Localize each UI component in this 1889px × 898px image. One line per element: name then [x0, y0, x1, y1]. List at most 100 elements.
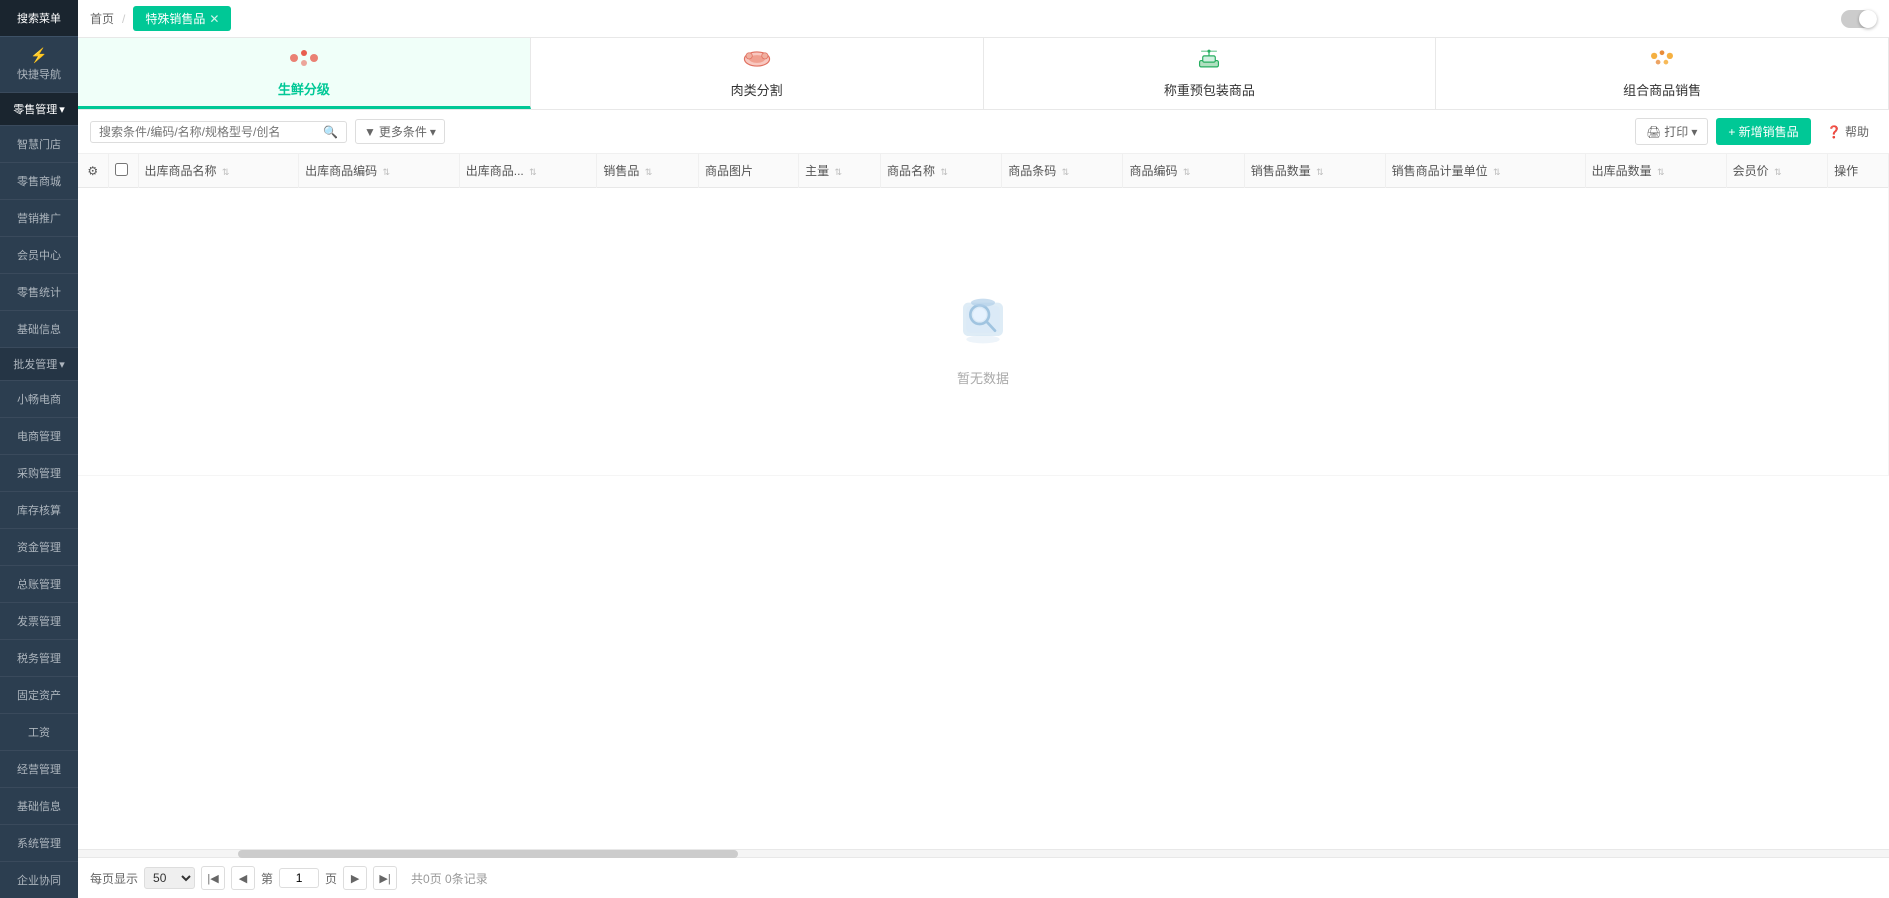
help-icon: ❓ [1827, 125, 1842, 139]
page-unit: 页 [325, 870, 337, 887]
th-actions: 操作 [1828, 154, 1889, 188]
empty-state: 暂无数据 [84, 196, 1882, 467]
th-item-barcode: 商品条码 ⇅ [1002, 154, 1123, 188]
th-sale-item: 销售品 ⇅ [597, 154, 699, 188]
th-settings[interactable]: ⚙ [78, 154, 108, 188]
print-button[interactable]: 🖨 打印 ▾ [1635, 118, 1708, 145]
th-sale-qty: 销售品数量 ⇅ [1244, 154, 1385, 188]
hscroll-thumb[interactable] [238, 850, 738, 858]
print-icon: 🖨 [1646, 125, 1661, 139]
tab-special-sales[interactable]: 特殊销售品 ✕ [133, 6, 231, 31]
sort-icon2[interactable]: ⇅ [382, 167, 390, 177]
sidebar-item-mini-ecom[interactable]: 小畅电商 [0, 381, 78, 418]
breadcrumb-home[interactable]: 首页 [90, 10, 114, 27]
page-size-select[interactable]: 10 20 50 100 [144, 867, 195, 889]
hscroll-track[interactable] [78, 849, 1889, 857]
sort-icon9[interactable]: ⇅ [1316, 167, 1324, 177]
sidebar-item-purchase-mgmt[interactable]: 采购管理 [0, 455, 78, 492]
chevron-down-icon4: ▾ [1691, 125, 1697, 139]
sidebar-item-wholesale-mgmt[interactable]: 批发管理 ▾ [0, 348, 78, 381]
sidebar-item-system-mgmt[interactable]: 系统管理 [0, 825, 78, 862]
toolbar: 🔍 ▼ 更多条件 ▾ 🖨 打印 ▾ + 新增销售品 ❓ 帮助 [78, 110, 1889, 154]
sort-icon4[interactable]: ⇅ [645, 167, 653, 177]
sidebar-item-retail-mgmt[interactable]: 零售管理 ▾ [0, 93, 78, 126]
th-item-name: 商品名称 ⇅ [880, 154, 1001, 188]
category-tab-weigh-pack[interactable]: 称重预包装商品 [984, 38, 1437, 109]
sidebar-item-finance[interactable]: 资金管理 [0, 529, 78, 566]
help-button[interactable]: ❓ 帮助 [1819, 119, 1877, 144]
first-page-button[interactable]: |◀ [201, 866, 225, 890]
add-button[interactable]: + 新增销售品 [1716, 118, 1810, 145]
filter-icon: ▼ [364, 125, 376, 139]
last-page-button[interactable]: ▶| [373, 866, 397, 890]
sidebar-item-retail-stats[interactable]: 零售统计 [0, 274, 78, 311]
category-tabs: 生鲜分级 肉类分割 [78, 38, 1889, 110]
tab-close-icon[interactable]: ✕ [209, 12, 219, 26]
sidebar-item-member-center[interactable]: 会员中心 [0, 237, 78, 274]
sidebar-item-invoice-mgmt[interactable]: 发票管理 [0, 603, 78, 640]
sort-icon10[interactable]: ⇅ [1493, 167, 1501, 177]
th-sale-unit: 销售商品计量单位 ⇅ [1385, 154, 1585, 188]
sidebar-item-payroll[interactable]: 工资 [0, 714, 78, 751]
page-number-input[interactable] [279, 868, 319, 888]
sidebar-item-smart-store[interactable]: 智慧门店 [0, 126, 78, 163]
sidebar-logo[interactable]: 搜索菜单 [0, 0, 78, 37]
sidebar-item-ecom-mgmt[interactable]: 电商管理 [0, 418, 78, 455]
search-input[interactable] [99, 125, 319, 139]
category-tab-fresh-grade[interactable]: 生鲜分级 [78, 38, 531, 109]
filter-button[interactable]: ▼ 更多条件 ▾ [355, 119, 445, 144]
chevron-down-icon: ▾ [59, 103, 65, 116]
breadcrumb-separator: / [122, 12, 125, 26]
weigh-pack-icon [1193, 48, 1225, 76]
bottom-bar: 每页显示 10 20 50 100 |◀ ◀ 第 页 ▶ ▶| 共0页 0条记录 [78, 857, 1889, 898]
th-checkbox[interactable] [108, 154, 138, 188]
search-box: 🔍 [90, 121, 347, 143]
sidebar-item-sales-promo[interactable]: 营销推广 [0, 200, 78, 237]
chevron-down-icon3: ▾ [430, 125, 436, 139]
pagination: 每页显示 10 20 50 100 |◀ ◀ 第 页 ▶ ▶| 共0页 0条记录 [90, 866, 488, 890]
sidebar-item-corp-agreement[interactable]: 企业协同 [0, 862, 78, 898]
sidebar-item-tax-mgmt[interactable]: 税务管理 [0, 640, 78, 677]
sidebar-item-general-ledger[interactable]: 总账管理 [0, 566, 78, 603]
th-out-code: 出库商品编码 ⇅ [299, 154, 460, 188]
sidebar-item-retail-mall[interactable]: 零售商城 [0, 163, 78, 200]
th-out-qty: 出库品数量 ⇅ [1585, 154, 1726, 188]
th-item-code: 商品编码 ⇅ [1123, 154, 1244, 188]
sidebar-item-quick-nav[interactable]: ⚡ 快捷导航 [0, 37, 78, 93]
sidebar-item-fixed-assets[interactable]: 固定资产 [0, 677, 78, 714]
sidebar-item-basic-info2[interactable]: 基础信息 [0, 788, 78, 825]
sidebar-item-operation-mgmt[interactable]: 经营管理 [0, 751, 78, 788]
sort-icon5[interactable]: ⇅ [834, 167, 842, 177]
empty-state-cell: 暂无数据 [78, 188, 1889, 476]
quick-nav-icon: ⚡ [5, 47, 73, 64]
sidebar-item-inventory[interactable]: 库存核算 [0, 492, 78, 529]
sidebar-item-basic-info[interactable]: 基础信息 [0, 311, 78, 348]
th-member-price: 会员价 ⇅ [1726, 154, 1828, 188]
top-bar: 首页 / 特殊销售品 ✕ [78, 0, 1889, 38]
prev-page-button[interactable]: ◀ [231, 866, 255, 890]
sidebar: 搜索菜单 ⚡ 快捷导航 零售管理 ▾ 智慧门店 零售商城 营销推广 会员中心 零… [0, 0, 78, 898]
sort-icon7[interactable]: ⇅ [1062, 167, 1070, 177]
page-label: 第 [261, 870, 273, 887]
category-tab-combo-sales[interactable]: 组合商品销售 [1436, 38, 1889, 109]
chevron-down-icon2: ▾ [59, 358, 65, 371]
empty-text: 暂无数据 [957, 368, 1009, 387]
category-tab-meat-cut[interactable]: 肉类分割 [531, 38, 984, 109]
next-page-button[interactable]: ▶ [343, 866, 367, 890]
meat-cut-icon [741, 48, 773, 76]
sort-icon11[interactable]: ⇅ [1657, 167, 1665, 177]
sort-icon[interactable]: ⇅ [222, 167, 230, 177]
th-out-spec: 出库商品... ⇅ [459, 154, 597, 188]
data-table: ⚙ 出库商品名称 ⇅ 出库商品编码 ⇅ 出库商品... ⇅ [78, 154, 1889, 476]
select-all-checkbox[interactable] [115, 163, 128, 176]
sort-icon12[interactable]: ⇅ [1774, 167, 1782, 177]
sort-icon3[interactable]: ⇅ [529, 167, 537, 177]
th-main-weight: 主量 ⇅ [799, 154, 881, 188]
table-container: ⚙ 出库商品名称 ⇅ 出库商品编码 ⇅ 出库商品... ⇅ [78, 154, 1889, 849]
combo-sales-icon [1646, 48, 1678, 76]
sort-icon6[interactable]: ⇅ [940, 167, 948, 177]
sort-icon8[interactable]: ⇅ [1183, 167, 1191, 177]
page-size-label: 每页显示 [90, 870, 138, 887]
search-icon[interactable]: 🔍 [323, 125, 338, 139]
total-info: 共0页 0条记录 [411, 870, 488, 887]
